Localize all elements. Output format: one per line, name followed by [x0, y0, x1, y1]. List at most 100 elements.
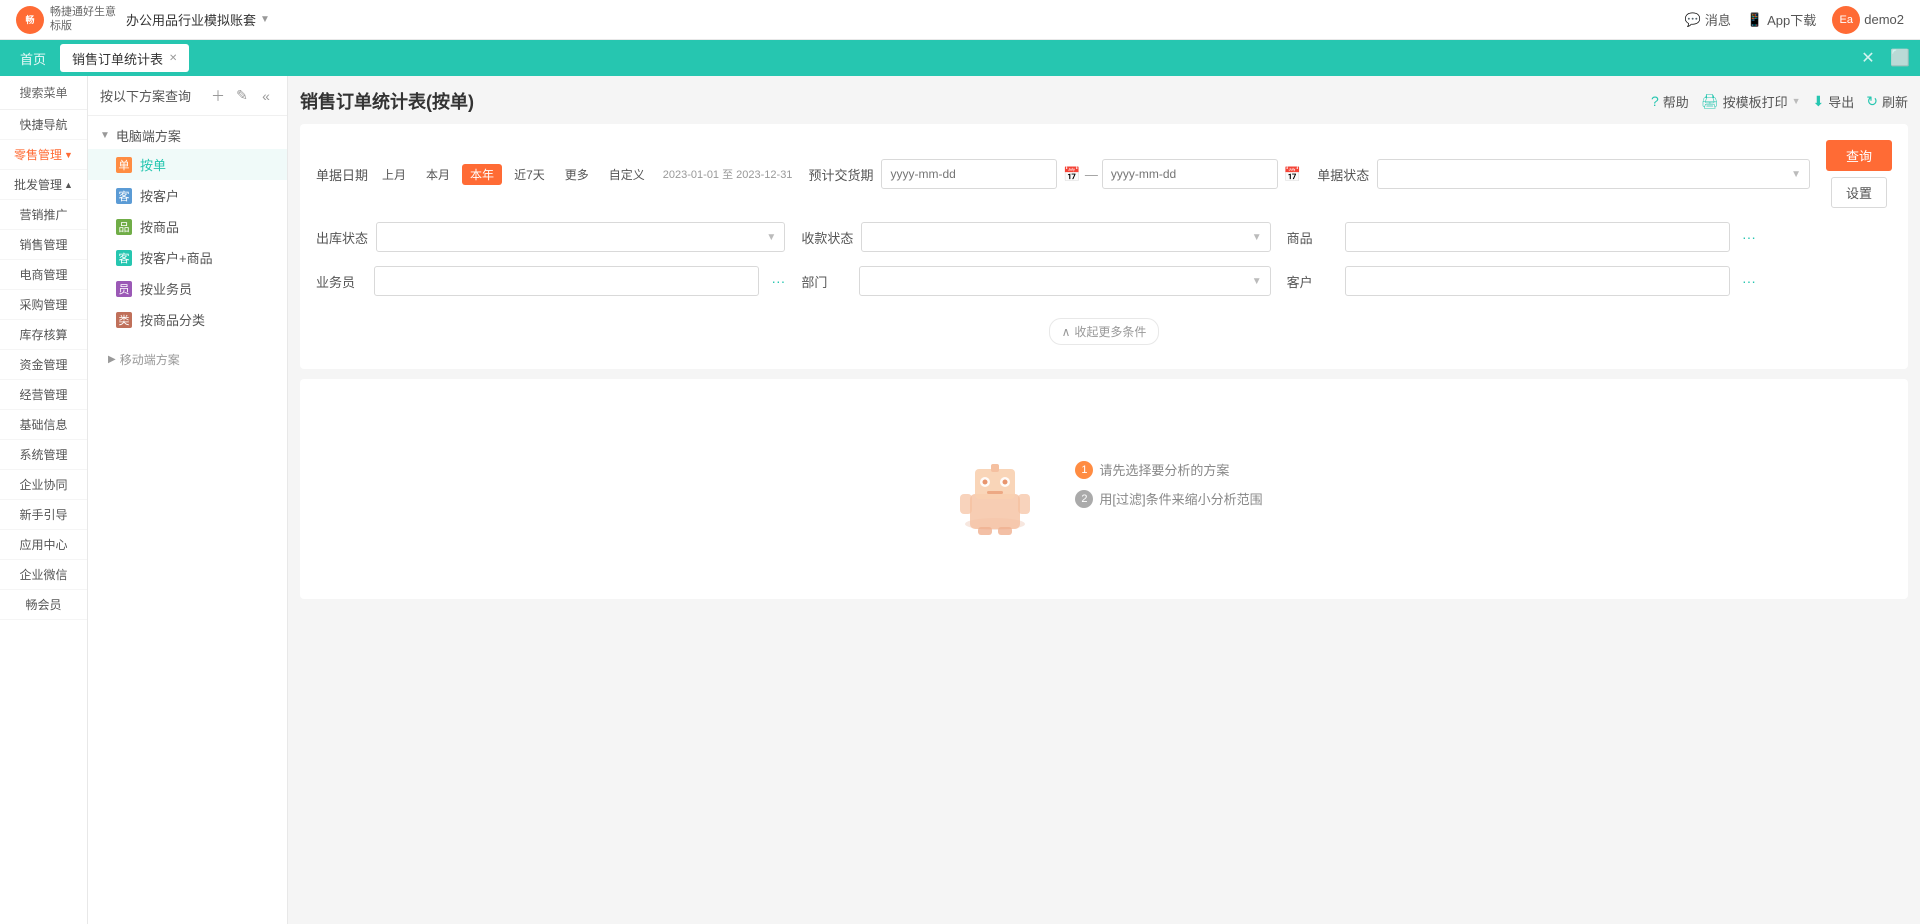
scheme-icon-by-salesperson: 员 [116, 281, 132, 297]
left-panel-header: 按以下方案查询 ＋ ✎ « [88, 76, 287, 116]
collapse-button[interactable]: ∧ 收起更多条件 [1049, 318, 1160, 345]
filter-card: 单据日期 上月 本月 本年 近7天 更多 自定义 2023-01-01 至 20… [300, 124, 1908, 369]
sidebar-item-marketing[interactable]: 营销推广 [0, 200, 87, 230]
sidebar-item-finance[interactable]: 资金管理 [0, 350, 87, 380]
shortcut-last-month[interactable]: 上月 [374, 164, 414, 185]
app-download-button[interactable]: 📱 App下载 [1747, 10, 1816, 29]
sidebar-item-wholesale[interactable]: 批发管理 ▲ [0, 170, 87, 200]
payment-status-label: 收款状态 [801, 228, 853, 247]
salesperson-input[interactable] [374, 266, 759, 296]
shipping-status-select[interactable]: ▼ [376, 222, 785, 252]
filter-row-2: 出库状态 ▼ 收款状态 ▼ 商品 ··· [316, 222, 1892, 252]
expected-date-range: 📅 — 📅 [881, 159, 1301, 189]
scheme-item-by-product[interactable]: 品 按商品 [88, 211, 287, 242]
product-more-button[interactable]: ··· [1742, 229, 1756, 245]
sidebar-item-enterprise[interactable]: 企业协同 [0, 470, 87, 500]
shortcut-this-month[interactable]: 本月 [418, 164, 458, 185]
tab-close-icon[interactable]: ✕ [169, 53, 177, 64]
export-button[interactable]: ⬇ 导出 [1813, 92, 1855, 111]
payment-status-select[interactable]: ▼ [861, 222, 1270, 252]
sidebar-item-sales[interactable]: 销售管理 [0, 230, 87, 260]
breadcrumb-dropdown-icon[interactable]: ▼ [260, 14, 270, 25]
sidebar-item-wechat[interactable]: 企业微信 [0, 560, 87, 590]
add-scheme-button[interactable]: ＋ [209, 87, 227, 105]
department-field: 部门 ▼ [801, 266, 1270, 296]
salesperson-label: 业务员 [316, 272, 366, 291]
date-shortcuts: 上月 本月 本年 近7天 更多 自定义 [374, 164, 653, 185]
chevron-up-icon: ▲ [64, 180, 73, 190]
tab-sales-order-stats[interactable]: 销售订单统计表 ✕ [60, 44, 189, 72]
expected-date-end[interactable] [1102, 159, 1278, 189]
scheme-item-by-salesperson[interactable]: 员 按业务员 [88, 273, 287, 304]
sidebar-item-appcenter[interactable]: 应用中心 [0, 530, 87, 560]
tab-home[interactable]: 首页 [8, 44, 58, 72]
message-icon: 💬 [1685, 12, 1701, 28]
empty-state-illustration [945, 439, 1045, 539]
logo-icon: 畅 [16, 6, 44, 34]
help-button[interactable]: ? 帮助 [1651, 92, 1689, 111]
shipping-select-arrow-icon: ▼ [766, 232, 776, 243]
scheme-icon-by-customer-product: 客 [116, 250, 132, 266]
shortcut-more[interactable]: 更多 [557, 164, 597, 185]
refresh-button[interactable]: ↻ 刷新 [1866, 92, 1908, 111]
header-left: 畅 畅捷通好生意 标版 办公用品行业模拟账套 ▼ [16, 6, 270, 34]
calendar-start-icon[interactable]: 📅 [1063, 166, 1080, 183]
salesperson-field: 业务员 ··· [316, 266, 785, 296]
sidebar-item-shortcut[interactable]: 快捷导航 [0, 110, 87, 140]
doc-status-field: 单据状态 ▼ [1317, 159, 1810, 189]
sidebar: 搜索菜单 快捷导航 零售管理 ▼ 批发管理 ▲ 营销推广 销售管理 电商管理 采… [0, 76, 88, 924]
sidebar-item-vip[interactable]: 畅会员 [0, 590, 87, 620]
mobile-group-expand-icon: ▶ [108, 354, 116, 365]
sidebar-search[interactable]: 搜索菜单 [0, 76, 87, 110]
scheme-item-by-customer[interactable]: 客 按客户 [88, 180, 287, 211]
breadcrumb: 办公用品行业模拟账套 ▼ [126, 10, 270, 29]
tab-maximize-button[interactable]: ⬜ [1888, 46, 1912, 70]
shipping-status-field: 出库状态 ▼ [316, 222, 785, 252]
sidebar-item-ecom[interactable]: 电商管理 [0, 260, 87, 290]
sidebar-item-system[interactable]: 系统管理 [0, 440, 87, 470]
page-title-bar: 销售订单统计表(按单) ? 帮助 🖨 按模板打印 ▼ ⬇ 导出 ↻ 刷新 [300, 88, 1908, 114]
salesperson-more-button[interactable]: ··· [771, 273, 785, 289]
customer-more-button[interactable]: ··· [1742, 273, 1756, 289]
sidebar-item-retail[interactable]: 零售管理 ▼ [0, 140, 87, 170]
department-select[interactable]: ▼ [859, 266, 1270, 296]
shortcut-custom[interactable]: 自定义 [601, 164, 653, 185]
payment-select-arrow-icon: ▼ [1252, 232, 1262, 243]
sidebar-item-inventory[interactable]: 库存核算 [0, 320, 87, 350]
tab-minimize-button[interactable]: ✕ [1856, 46, 1880, 70]
customer-input[interactable] [1345, 266, 1730, 296]
refresh-icon: ↻ [1866, 93, 1878, 110]
scheme-group-pc-header[interactable]: ▼ 电脑端方案 [88, 122, 287, 149]
sidebar-item-purchase[interactable]: 采购管理 [0, 290, 87, 320]
settings-button[interactable]: 设置 [1831, 177, 1887, 208]
scheme-group-mobile: ▶ 移动端方案 [88, 341, 287, 378]
filter-action-buttons: 查询 设置 [1826, 140, 1892, 208]
user-menu[interactable]: Ea demo2 [1832, 6, 1904, 34]
left-panel: 按以下方案查询 ＋ ✎ « ▼ 电脑端方案 单 按单 客 按客户 品 按商品 [88, 76, 288, 924]
scheme-item-by-customer-product[interactable]: 客 按客户+商品 [88, 242, 287, 273]
sidebar-item-onboarding[interactable]: 新手引导 [0, 500, 87, 530]
shortcut-this-year[interactable]: 本年 [462, 164, 502, 185]
left-panel-actions: ＋ ✎ « [209, 87, 275, 105]
date-field: 单据日期 上月 本月 本年 近7天 更多 自定义 2023-01-01 至 20… [316, 164, 792, 185]
doc-status-label: 单据状态 [1317, 165, 1369, 184]
product-input[interactable] [1345, 222, 1730, 252]
query-button[interactable]: 查询 [1826, 140, 1892, 171]
scheme-item-by-category[interactable]: 类 按商品分类 [88, 304, 287, 335]
avatar: Ea [1832, 6, 1860, 34]
shortcut-last-7days[interactable]: 近7天 [506, 164, 553, 185]
calendar-end-icon[interactable]: 📅 [1284, 166, 1301, 183]
collapse-panel-button[interactable]: « [257, 87, 275, 105]
page-actions: ? 帮助 🖨 按模板打印 ▼ ⬇ 导出 ↻ 刷新 [1651, 92, 1908, 111]
sidebar-item-operations[interactable]: 经营管理 [0, 380, 87, 410]
scheme-group-mobile-header[interactable]: ▶ 移动端方案 [88, 347, 287, 372]
expected-date-start[interactable] [881, 159, 1057, 189]
doc-status-select[interactable]: ▼ [1377, 159, 1810, 189]
message-button[interactable]: 💬 消息 [1685, 10, 1731, 29]
chevron-down-icon: ▼ [64, 150, 73, 160]
print-button[interactable]: 🖨 按模板打印 ▼ [1701, 92, 1801, 111]
edit-scheme-button[interactable]: ✎ [233, 87, 251, 105]
scheme-item-by-order[interactable]: 单 按单 [88, 149, 287, 180]
tab-bar-actions: ✕ ⬜ [1856, 46, 1912, 70]
sidebar-item-basic[interactable]: 基础信息 [0, 410, 87, 440]
